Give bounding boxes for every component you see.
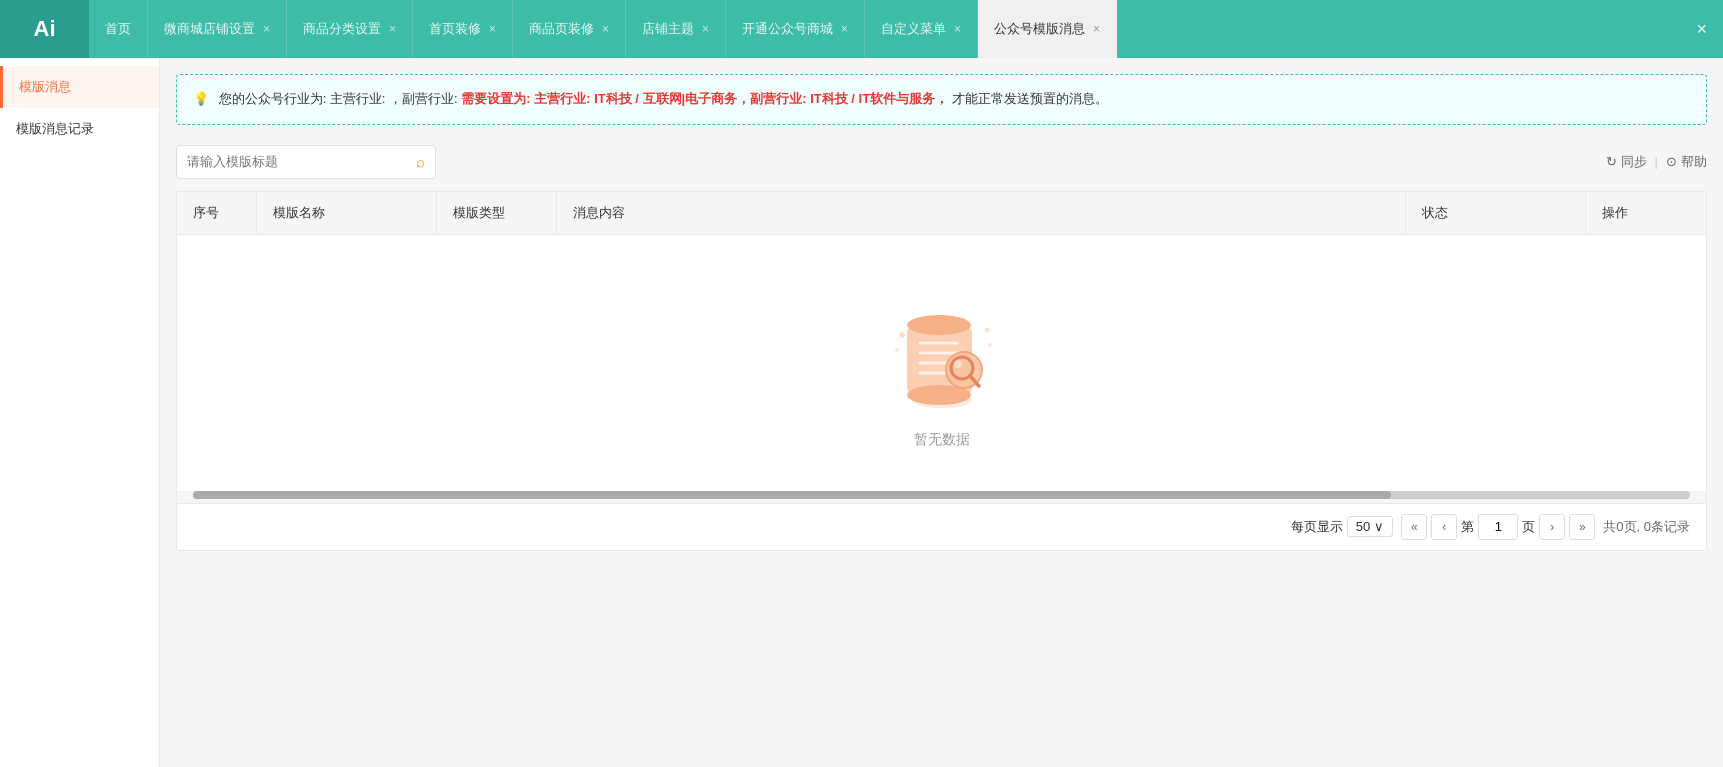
notice-highlight: 需要设置为: 主营行业: IT科技 / 互联网|电子商务，副营行业: IT科技 … <box>461 91 948 106</box>
help-button[interactable]: ⊙ 帮助 <box>1666 153 1707 171</box>
prev-page-button[interactable]: ‹ <box>1431 514 1457 540</box>
nav-tab-close[interactable]: × <box>954 22 961 36</box>
nav-tab-home[interactable]: 首页 <box>89 0 148 58</box>
col-type: 模版类型 <box>437 192 557 234</box>
last-page-button[interactable]: » <box>1569 514 1595 540</box>
nav-tab-home-decor[interactable]: 首页装修 × <box>413 0 513 58</box>
svg-point-14 <box>984 327 989 332</box>
sidebar-item-template-record[interactable]: 模版消息记录 <box>0 108 159 150</box>
nav-tab-close[interactable]: × <box>602 22 609 36</box>
nav-tab-shop-theme[interactable]: 店铺主题 × <box>626 0 726 58</box>
page-size-select: 每页显示 50 ∨ <box>1291 516 1393 537</box>
svg-point-2 <box>907 315 971 335</box>
col-action: 操作 <box>1586 192 1706 234</box>
notice-icon: 💡 <box>193 91 209 106</box>
nav-tab-label: 微商城店铺设置 <box>164 20 255 38</box>
nav-tab-product-category[interactable]: 商品分类设置 × <box>287 0 413 58</box>
svg-point-12 <box>899 332 905 338</box>
col-status: 状态 <box>1406 192 1586 234</box>
nav-tab-close[interactable]: × <box>702 22 709 36</box>
page-size-value: 50 <box>1356 519 1370 534</box>
nav-tab-label: 自定义菜单 <box>881 20 946 38</box>
search-input-wrap: ⌕ <box>176 145 436 179</box>
nav-tab-custom-menu[interactable]: 自定义菜单 × <box>865 0 978 58</box>
nav-tab-close[interactable]: × <box>1093 22 1100 36</box>
scrollbar-area[interactable] <box>177 491 1706 503</box>
col-content: 消息内容 <box>557 192 1406 234</box>
logo: Ai <box>0 0 89 58</box>
total-info: 共0页, 0条记录 <box>1603 518 1690 536</box>
sidebar-item-template-message[interactable]: 模版消息 <box>0 66 159 108</box>
sync-button[interactable]: ↻ 同步 <box>1606 153 1647 171</box>
empty-illustration <box>882 295 1002 415</box>
svg-point-13 <box>895 348 899 352</box>
nav-tab-label: 首页装修 <box>429 20 481 38</box>
nav-tab-label: 商品页装修 <box>529 20 594 38</box>
nav-tab-template-msg[interactable]: 公众号模版消息 × <box>978 0 1117 58</box>
divider: | <box>1655 154 1658 169</box>
nav-tab-close[interactable]: × <box>489 22 496 36</box>
scrollbar-thumb <box>193 491 1391 499</box>
main-content: 💡 您的公众号行业为: 主营行业: ，副营行业: 需要设置为: 主营行业: IT… <box>160 58 1723 767</box>
close-all-button[interactable]: × <box>1680 19 1723 40</box>
scrollbar-track <box>193 491 1690 499</box>
toolbar-right: ↻ 同步 | ⊙ 帮助 <box>1606 153 1707 171</box>
col-index: 序号 <box>177 192 257 234</box>
notice-prefix: 您的公众号行业为: 主营行业: ，副营行业: <box>219 91 458 106</box>
empty-state: 暂无数据 <box>177 235 1706 489</box>
nav-tabs: 首页微商城店铺设置×商品分类设置×首页装修×商品页装修×店铺主题×开通公众号商城… <box>89 0 1680 58</box>
notice-box: 💡 您的公众号行业为: 主营行业: ，副营行业: 需要设置为: 主营行业: IT… <box>176 74 1707 125</box>
search-input[interactable] <box>187 154 416 169</box>
pagination: 每页显示 50 ∨ « ‹ 第 页 <box>177 503 1706 550</box>
nav-tab-open-mall[interactable]: 开通公众号商城 × <box>726 0 865 58</box>
table-header: 序号 模版名称 模版类型 消息内容 状态 操作 <box>177 192 1706 235</box>
col-name: 模版名称 <box>257 192 437 234</box>
page-size-label: 每页显示 <box>1291 518 1343 536</box>
nav-tab-label: 开通公众号商城 <box>742 20 833 38</box>
nav-tab-product-page[interactable]: 商品页装修 × <box>513 0 626 58</box>
nav-tab-label: 店铺主题 <box>642 20 694 38</box>
chevron-down-icon: ∨ <box>1374 519 1384 534</box>
next-page-button[interactable]: › <box>1539 514 1565 540</box>
svg-point-11 <box>954 360 962 368</box>
page-layout: 模版消息 模版消息记录 💡 您的公众号行业为: 主营行业: ，副营行业: 需要设… <box>0 58 1723 767</box>
help-icon: ⊙ <box>1666 154 1677 169</box>
nav-tab-wshop-settings[interactable]: 微商城店铺设置 × <box>148 0 287 58</box>
page-input-group: 第 页 <box>1461 514 1535 540</box>
nav-tab-close[interactable]: × <box>841 22 848 36</box>
top-nav: Ai 首页微商城店铺设置×商品分类设置×首页装修×商品页装修×店铺主题×开通公众… <box>0 0 1723 58</box>
page-size-dropdown[interactable]: 50 ∨ <box>1347 516 1393 537</box>
nav-tab-label: 商品分类设置 <box>303 20 381 38</box>
first-page-button[interactable]: « <box>1401 514 1427 540</box>
page-number-input[interactable] <box>1478 514 1518 540</box>
nav-tab-close[interactable]: × <box>263 22 270 36</box>
svg-point-15 <box>988 343 992 347</box>
page-nav: « ‹ 第 页 › » <box>1401 514 1595 540</box>
nav-tab-label: 首页 <box>105 20 131 38</box>
table-wrap: 序号 模版名称 模版类型 消息内容 状态 操作 <box>176 191 1707 551</box>
nav-tab-label: 公众号模版消息 <box>994 20 1085 38</box>
sidebar: 模版消息 模版消息记录 <box>0 58 160 767</box>
sync-icon: ↻ <box>1606 154 1617 169</box>
empty-text: 暂无数据 <box>914 431 970 449</box>
search-bar: ⌕ ↻ 同步 | ⊙ 帮助 <box>176 145 1707 179</box>
nav-tab-close[interactable]: × <box>389 22 396 36</box>
search-icon[interactable]: ⌕ <box>416 153 425 170</box>
notice-suffix: 才能正常发送预置的消息。 <box>952 91 1108 106</box>
